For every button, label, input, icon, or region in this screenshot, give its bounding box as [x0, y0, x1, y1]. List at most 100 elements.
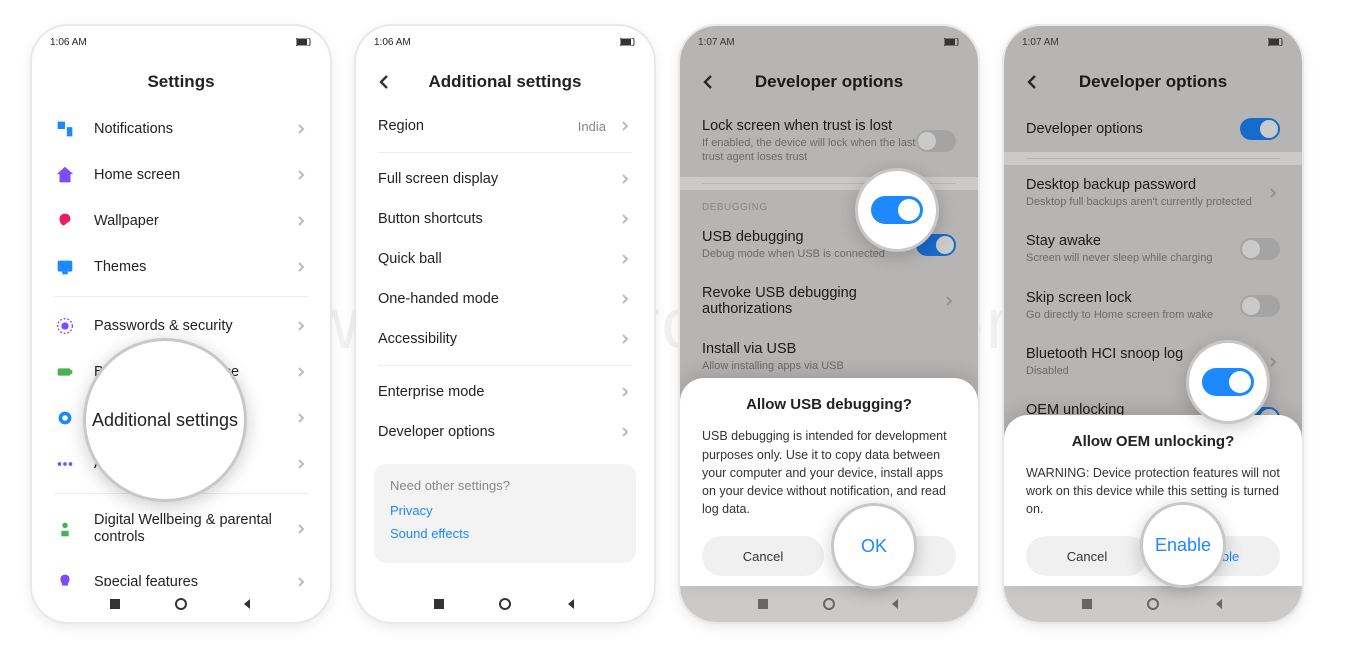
nav-recent[interactable] [109, 598, 121, 610]
row-devopt[interactable]: Developer options [1004, 106, 1302, 152]
status-indicators [1268, 38, 1284, 46]
link-privacy[interactable]: Privacy [390, 503, 620, 518]
home-icon [54, 164, 76, 186]
shield-icon [54, 315, 76, 337]
phone-additional: 1:06 AM Additional settings RegionIndia … [356, 26, 654, 622]
row-lock[interactable]: Lock screen when trust is lostIf enabled… [680, 106, 978, 177]
status-indicators [944, 38, 960, 46]
navbar [356, 586, 654, 622]
dialog-usb: Allow USB debugging? USB debugging is in… [680, 378, 978, 586]
nav-back[interactable] [565, 598, 577, 610]
header: Developer options [1004, 58, 1302, 106]
wellbeing-icon [54, 518, 76, 540]
more-icon [54, 453, 76, 475]
row-backup[interactable]: Desktop backup passwordDesktop full back… [1004, 165, 1302, 221]
dialog-body: WARNING: Device protection features will… [1026, 464, 1280, 518]
row-region[interactable]: RegionIndia [356, 106, 654, 146]
dialog-title: Allow OEM unlocking? [1026, 433, 1280, 450]
navbar [1004, 586, 1302, 622]
navbar [32, 586, 330, 622]
row-revoke[interactable]: Revoke USB debugging authorizations [680, 273, 978, 329]
magnify-usb-toggle [855, 168, 939, 252]
nav-recent[interactable] [433, 598, 445, 610]
row-stay[interactable]: Stay awakeScreen will never sleep while … [1004, 221, 1302, 277]
toggle-icon [871, 196, 923, 224]
row-developer[interactable]: Developer options [356, 412, 654, 452]
page-title: Settings [50, 72, 312, 92]
toggle-skip[interactable] [1240, 295, 1280, 317]
statusbar: 1:06 AM [356, 26, 654, 58]
link-sound[interactable]: Sound effects [390, 526, 620, 541]
status-time: 1:06 AM [374, 37, 411, 48]
status-time: 1:07 AM [1022, 37, 1059, 48]
divider [54, 296, 308, 297]
phone-usb-debug: 1:07 AM Developer options Lock screen wh… [680, 26, 978, 622]
row-wallpaper[interactable]: Wallpaper [32, 198, 330, 244]
divider [378, 365, 632, 366]
divider [378, 152, 632, 153]
status-time: 1:06 AM [50, 37, 87, 48]
navbar [680, 586, 978, 622]
nav-back[interactable] [889, 598, 901, 610]
row-shortcuts[interactable]: Button shortcuts [356, 199, 654, 239]
row-quickball[interactable]: Quick ball [356, 239, 654, 279]
row-home[interactable]: Home screen [32, 152, 330, 198]
magnify-additional: Additional settings [83, 338, 247, 502]
help-box: Need other settings? Privacy Sound effec… [374, 464, 636, 563]
row-digital[interactable]: Digital Wellbeing & parental controls [32, 500, 330, 559]
status-indicators [296, 38, 312, 46]
page-title: Developer options [698, 72, 960, 92]
divider [1026, 158, 1280, 159]
row-enterprise[interactable]: Enterprise mode [356, 372, 654, 412]
battery-icon [54, 361, 76, 383]
gear-icon [54, 407, 76, 429]
nav-recent[interactable] [1081, 598, 1093, 610]
magnify-oem-toggle [1186, 340, 1270, 424]
statusbar: 1:07 AM [680, 26, 978, 58]
status-time: 1:07 AM [698, 37, 735, 48]
header: Settings [32, 58, 330, 106]
page-title: Additional settings [374, 72, 636, 92]
header: Developer options [680, 58, 978, 106]
back-button[interactable] [1022, 72, 1042, 92]
row-access[interactable]: Accessibility [356, 319, 654, 359]
themes-icon [54, 256, 76, 278]
dialog-title: Allow USB debugging? [702, 396, 956, 413]
magnify-ok: OK [831, 503, 917, 589]
phone-settings: 1:06 AM Settings Notifications Home scre… [32, 26, 330, 622]
dialog-body: USB debugging is intended for developmen… [702, 427, 956, 518]
row-notifications[interactable]: Notifications [32, 106, 330, 152]
cancel-button[interactable]: Cancel [1026, 536, 1148, 576]
nav-recent[interactable] [757, 598, 769, 610]
wallpaper-icon [54, 210, 76, 232]
row-fullscreen[interactable]: Full screen display [356, 159, 654, 199]
region-value: India [578, 119, 606, 134]
help-question: Need other settings? [390, 478, 620, 493]
cancel-button[interactable]: Cancel [702, 536, 824, 576]
row-onehand[interactable]: One-handed mode [356, 279, 654, 319]
statusbar: 1:06 AM [32, 26, 330, 58]
header: Additional settings [356, 58, 654, 106]
nav-back[interactable] [241, 598, 253, 610]
nav-home[interactable] [1147, 598, 1159, 610]
toggle-devopt[interactable] [1240, 118, 1280, 140]
status-indicators [620, 38, 636, 46]
nav-home[interactable] [499, 598, 511, 610]
statusbar: 1:07 AM [1004, 26, 1302, 58]
nav-back[interactable] [1213, 598, 1225, 610]
notifications-icon [54, 118, 76, 140]
special-icon [54, 571, 76, 586]
row-themes[interactable]: Themes [32, 244, 330, 290]
row-special[interactable]: Special features [32, 559, 330, 586]
back-button[interactable] [374, 72, 394, 92]
toggle-icon [1202, 368, 1254, 396]
back-button[interactable] [698, 72, 718, 92]
nav-home[interactable] [823, 598, 835, 610]
row-install[interactable]: Install via USBAllow installing apps via… [680, 329, 978, 385]
row-skip[interactable]: Skip screen lockGo directly to Home scre… [1004, 278, 1302, 334]
toggle-lock[interactable] [916, 130, 956, 152]
magnify-enable: Enable [1140, 502, 1226, 588]
toggle-stay[interactable] [1240, 238, 1280, 260]
nav-home[interactable] [175, 598, 187, 610]
page-title: Developer options [1022, 72, 1284, 92]
